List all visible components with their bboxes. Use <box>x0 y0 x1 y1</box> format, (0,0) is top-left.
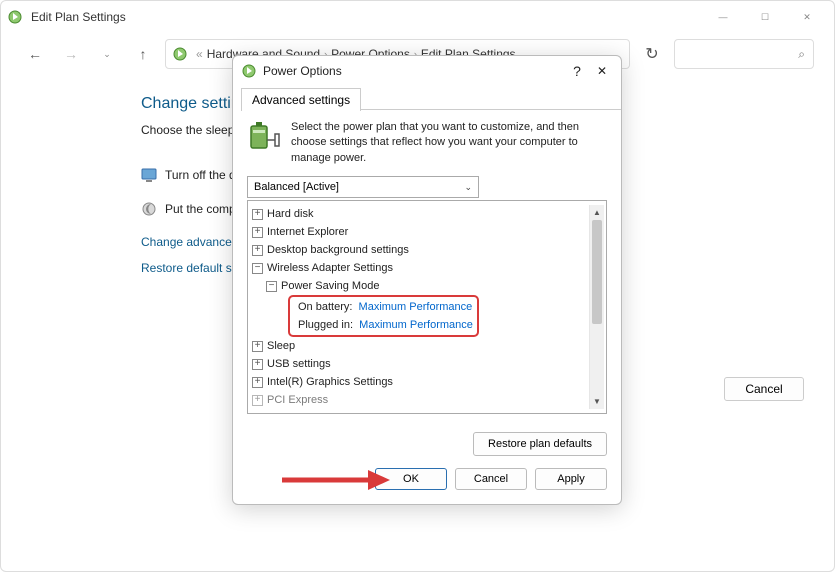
collapse-toggle[interactable]: − <box>266 281 277 292</box>
battery-plug-icon <box>247 120 281 154</box>
scroll-thumb[interactable] <box>592 220 602 324</box>
parent-cancel-button[interactable]: Cancel <box>724 377 804 401</box>
up-button[interactable]: ↑ <box>129 40 157 68</box>
expand-toggle[interactable]: + <box>252 377 263 388</box>
tree-hard-disk[interactable]: Hard disk <box>267 205 313 223</box>
plugged-in-label: Plugged in: <box>298 316 353 334</box>
search-input[interactable]: ⌕ <box>674 39 814 69</box>
close-button[interactable]: ✕ <box>786 3 828 31</box>
dialog-title: Power Options <box>263 64 342 78</box>
tree-internet-explorer[interactable]: Internet Explorer <box>267 223 348 241</box>
expand-toggle[interactable]: + <box>252 341 263 352</box>
parent-title-bar: Edit Plan Settings ― ☐ ✕ <box>1 1 834 33</box>
plugged-in-value[interactable]: Maximum Performance <box>359 316 473 334</box>
tree-scrollbar[interactable]: ▲ ▼ <box>589 205 604 409</box>
apply-button[interactable]: Apply <box>535 468 607 490</box>
moon-icon <box>141 201 157 217</box>
tree-desktop-bg[interactable]: Desktop background settings <box>267 241 409 259</box>
on-battery-value[interactable]: Maximum Performance <box>359 298 473 316</box>
ok-button[interactable]: OK <box>375 468 447 490</box>
expand-toggle[interactable]: + <box>252 245 263 256</box>
scroll-up-icon[interactable]: ▲ <box>590 205 604 220</box>
tab-advanced-settings[interactable]: Advanced settings <box>241 88 361 111</box>
help-button[interactable]: ? <box>573 63 581 79</box>
power-plan-icon <box>172 46 188 62</box>
highlight-annotation: On battery: Maximum Performance Plugged … <box>288 295 479 337</box>
power-plan-icon <box>241 63 257 79</box>
maximize-button[interactable]: ☐ <box>744 3 786 31</box>
refresh-button[interactable]: ↻ <box>638 40 666 68</box>
back-button[interactable]: ← <box>21 40 49 68</box>
minimize-button[interactable]: ― <box>702 3 744 31</box>
power-plan-icon <box>7 9 23 25</box>
power-options-dialog: Power Options ? ✕ Advanced settings Sele… <box>232 55 622 505</box>
parent-window-title: Edit Plan Settings <box>31 10 126 24</box>
chevron-down-icon: ⌄ <box>464 182 472 193</box>
search-icon: ⌕ <box>798 47 805 62</box>
display-icon <box>141 167 157 183</box>
expand-toggle[interactable]: + <box>252 209 263 220</box>
tree-intel-graphics[interactable]: Intel(R) Graphics Settings <box>267 373 393 391</box>
expand-toggle[interactable]: + <box>252 359 263 370</box>
plan-dropdown[interactable]: Balanced [Active] ⌄ <box>247 176 479 198</box>
dialog-close-button[interactable]: ✕ <box>597 64 607 78</box>
scroll-down-icon[interactable]: ▼ <box>590 394 604 409</box>
sleep-label: Put the compu <box>165 202 242 216</box>
plan-dropdown-value: Balanced [Active] <box>254 181 339 193</box>
tree-pci-express[interactable]: PCI Express <box>267 391 328 409</box>
tree-wireless-adapter[interactable]: Wireless Adapter Settings <box>267 259 393 277</box>
expand-toggle[interactable]: + <box>252 395 263 406</box>
cancel-button[interactable]: Cancel <box>455 468 527 490</box>
dialog-description: Select the power plan that you want to c… <box>291 120 607 166</box>
expand-toggle[interactable]: + <box>252 227 263 238</box>
on-battery-label: On battery: <box>298 298 352 316</box>
restore-plan-defaults-button[interactable]: Restore plan defaults <box>473 432 607 456</box>
forward-button[interactable]: → <box>57 40 85 68</box>
collapse-toggle[interactable]: − <box>252 263 263 274</box>
dialog-title-bar: Power Options ? ✕ <box>233 56 621 87</box>
recent-dropdown[interactable]: ⌄ <box>93 40 121 68</box>
tree-sleep[interactable]: Sleep <box>267 337 295 355</box>
tree-usb[interactable]: USB settings <box>267 355 331 373</box>
tree-power-saving-mode[interactable]: Power Saving Mode <box>281 277 379 295</box>
settings-tree: + Hard disk + Internet Explorer + Desktop b… <box>247 200 607 414</box>
